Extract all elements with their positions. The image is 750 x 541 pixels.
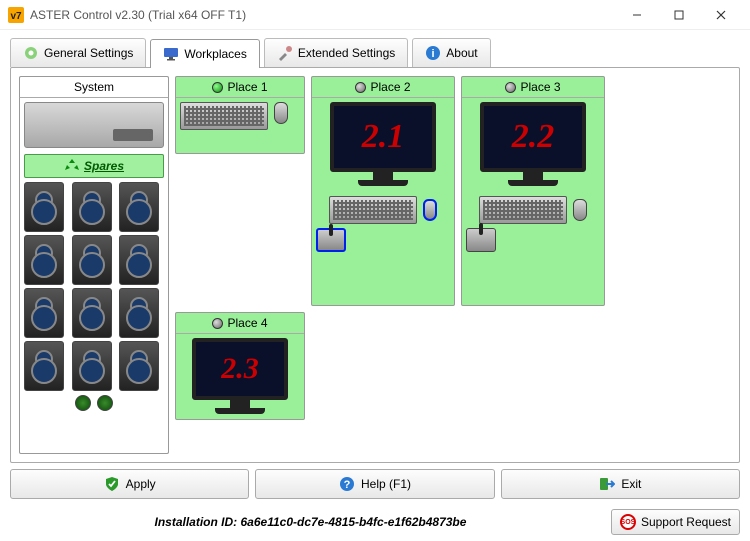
speaker-device-icon[interactable]: [24, 182, 64, 232]
exit-button[interactable]: Exit: [501, 469, 740, 499]
exit-icon: [599, 476, 615, 492]
status-dot-off-icon: [505, 82, 516, 93]
monitor-device-icon[interactable]: 2.2: [480, 102, 586, 192]
speaker-device-icon[interactable]: [72, 182, 112, 232]
installation-id: Installation ID: 6a6e11c0-dc7e-4815-b4fc…: [10, 515, 611, 529]
svg-text:?: ?: [344, 479, 351, 491]
microphone-device-icon[interactable]: [75, 395, 91, 411]
tab-label: Workplaces: [184, 47, 246, 61]
place-2-header: Place 2: [312, 77, 454, 98]
monitor-icon: [163, 46, 179, 62]
place-4-panel[interactable]: Place 4 2.3: [175, 312, 305, 420]
mouse-device-icon[interactable]: [274, 102, 288, 124]
place-1-header: Place 1: [176, 77, 304, 98]
tab-label: General Settings: [44, 46, 133, 60]
app-icon: v7: [8, 7, 24, 23]
monitor-device-icon[interactable]: 2.3: [192, 338, 288, 418]
status-dot-off-icon: [355, 82, 366, 93]
recycle-icon: [64, 158, 80, 174]
info-icon: i: [425, 45, 441, 61]
speaker-device-icon[interactable]: [24, 288, 64, 338]
monitor-device-icon[interactable]: 2.1: [330, 102, 436, 192]
button-row: Apply ? Help (F1) Exit: [0, 463, 750, 505]
status-dot-off-icon: [212, 318, 223, 329]
footer: Installation ID: 6a6e11c0-dc7e-4815-b4fc…: [0, 505, 750, 541]
joystick-device-icon[interactable]: [316, 228, 346, 252]
keyboard-device-icon[interactable]: [180, 102, 268, 130]
tab-workplaces[interactable]: Workplaces: [150, 39, 259, 68]
sos-icon: SOS: [620, 514, 636, 530]
tab-label: About: [446, 46, 477, 60]
tab-bar: General Settings Workplaces Extended Set…: [0, 30, 750, 67]
apply-button[interactable]: Apply: [10, 469, 249, 499]
workplaces-area: System Spares: [10, 67, 740, 463]
status-dot-on-icon: [212, 82, 223, 93]
place-1-panel[interactable]: Place 1: [175, 76, 305, 154]
place-2-panel[interactable]: Place 2 2.1: [311, 76, 455, 306]
tab-extended-settings[interactable]: Extended Settings: [264, 38, 408, 67]
pc-unit-icon[interactable]: [24, 102, 164, 148]
mouse-device-icon[interactable]: [423, 199, 437, 221]
maximize-button[interactable]: [658, 1, 700, 29]
mouse-device-icon[interactable]: [573, 199, 587, 221]
titlebar: v7 ASTER Control v2.30 (Trial x64 OFF T1…: [0, 0, 750, 30]
speaker-device-icon[interactable]: [72, 235, 112, 285]
joystick-device-icon[interactable]: [466, 228, 496, 252]
close-button[interactable]: [700, 1, 742, 29]
system-header: System: [19, 76, 169, 98]
keyboard-device-icon[interactable]: [479, 196, 567, 224]
gear-icon: [23, 45, 39, 61]
help-button[interactable]: ? Help (F1): [255, 469, 494, 499]
minimize-button[interactable]: [616, 1, 658, 29]
shield-check-icon: [104, 476, 120, 492]
system-body: Spares: [19, 98, 169, 454]
svg-text:v7: v7: [10, 11, 22, 22]
speaker-device-icon[interactable]: [119, 182, 159, 232]
tab-label: Extended Settings: [298, 46, 395, 60]
place-3-header: Place 3: [462, 77, 604, 98]
keyboard-device-icon[interactable]: [329, 196, 417, 224]
speaker-device-icon[interactable]: [24, 341, 64, 391]
speaker-device-icon[interactable]: [119, 235, 159, 285]
speaker-device-icon[interactable]: [119, 341, 159, 391]
tools-icon: [277, 45, 293, 61]
tab-about[interactable]: i About: [412, 38, 490, 67]
help-icon: ?: [339, 476, 355, 492]
svg-text:i: i: [432, 48, 435, 60]
place-3-panel[interactable]: Place 3 2.2: [461, 76, 605, 306]
speaker-device-icon[interactable]: [119, 288, 159, 338]
tab-general-settings[interactable]: General Settings: [10, 38, 146, 67]
speaker-device-icon[interactable]: [24, 235, 64, 285]
spares-grid: [24, 182, 164, 391]
speaker-device-icon[interactable]: [72, 341, 112, 391]
support-request-button[interactable]: SOS Support Request: [611, 509, 740, 535]
microphone-device-icon[interactable]: [97, 395, 113, 411]
system-column: System Spares: [19, 76, 169, 454]
spares-button[interactable]: Spares: [24, 154, 164, 178]
window-title: ASTER Control v2.30 (Trial x64 OFF T1): [30, 8, 616, 22]
place-4-header: Place 4: [176, 313, 304, 334]
speaker-device-icon[interactable]: [72, 288, 112, 338]
